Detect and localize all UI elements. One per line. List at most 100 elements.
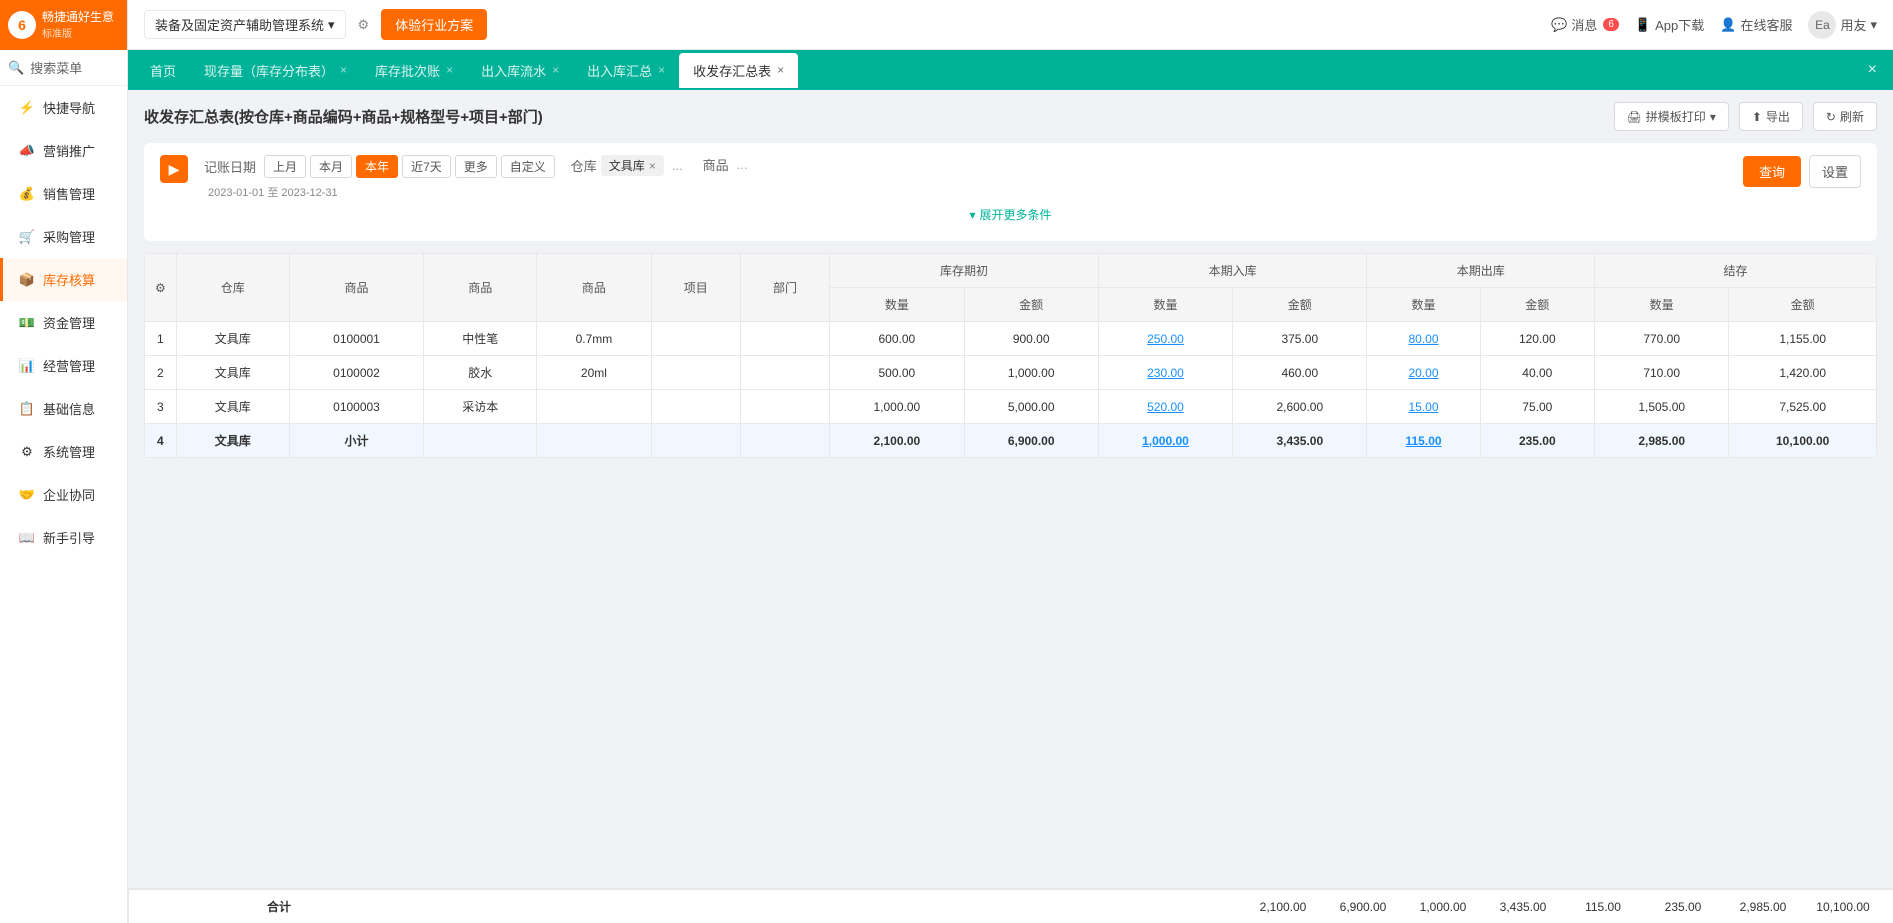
sidebar: 6 畅捷通好生意 标准版 🔍 搜索菜单 ⚡ 快捷导航 📣 营销推广 💰 销售管理…: [0, 0, 128, 923]
warehouse-filter-label: 仓库: [571, 156, 597, 175]
page-title: 收发存汇总表(按仓库+商品编码+商品+规格型号+项目+部门): [144, 106, 543, 127]
row1-product-code: 0100001: [289, 322, 423, 356]
footer-outbound-amount: 235.00: [1643, 900, 1723, 914]
col-header-warehouse: 仓库: [176, 254, 289, 322]
row1-outbound-qty[interactable]: 80.00: [1367, 322, 1480, 356]
filter-date-last-month[interactable]: 上月: [264, 155, 306, 178]
avatar: Ea: [1808, 11, 1836, 39]
tab-home[interactable]: 首页: [136, 53, 190, 88]
subtotal-opening-qty: 2,100.00: [830, 424, 964, 458]
sidebar-item-base-info[interactable]: 📋 基础信息: [0, 387, 127, 430]
app-logo-icon: 6: [8, 11, 36, 39]
guide-icon: 📖: [19, 530, 35, 546]
purchase-icon: 🛒: [19, 229, 35, 245]
table-settings-col[interactable]: ⚙: [145, 254, 177, 322]
sidebar-item-purchase[interactable]: 🛒 采购管理: [0, 215, 127, 258]
tab-close-inventory-dist[interactable]: ×: [340, 63, 347, 77]
footer-outbound-qty: 115.00: [1563, 900, 1643, 914]
warehouse-filter-expand[interactable]: ...: [668, 158, 687, 173]
tab-recv-send-summary[interactable]: 收发存汇总表 ×: [679, 53, 798, 88]
tab-inout-summary[interactable]: 出入库汇总 ×: [573, 53, 679, 88]
col-inbound-qty: 数量: [1098, 288, 1232, 322]
row1-closing-amount: 1,155.00: [1729, 322, 1877, 356]
row2-outbound-amount: 40.00: [1480, 356, 1594, 390]
subtotal-outbound-qty[interactable]: 115.00: [1367, 424, 1480, 458]
filter-goods-section: 商品 ...: [703, 155, 752, 174]
sidebar-search[interactable]: 🔍 搜索菜单: [0, 50, 127, 86]
filter-toggle-button[interactable]: ▶: [160, 155, 188, 183]
row1-inbound-qty[interactable]: 250.00: [1098, 322, 1232, 356]
market-icon: 📣: [19, 143, 35, 159]
sales-icon: 💰: [19, 186, 35, 202]
topbar-right: 💬 消息 6 📱 App下载 👤 在线客服 Ea 用友 ▾: [1551, 11, 1877, 39]
sidebar-item-marketing[interactable]: 📣 营销推广: [0, 129, 127, 172]
system-selector[interactable]: 装备及固定资产辅助管理系统 ▾: [144, 10, 346, 39]
filter-date-custom[interactable]: 自定义: [501, 155, 555, 178]
col-header-product-spec: 商品: [537, 254, 651, 322]
col-group-inbound: 本期入库: [1098, 254, 1367, 288]
sidebar-item-finance[interactable]: 💵 资金管理: [0, 301, 127, 344]
tab-close-inout-flow[interactable]: ×: [552, 63, 559, 77]
subtotal-inbound-qty[interactable]: 1,000.00: [1098, 424, 1232, 458]
sidebar-logo: 6 畅捷通好生意 标准版: [0, 0, 127, 50]
trial-button[interactable]: 体验行业方案: [381, 9, 487, 40]
subtotal-empty1: [424, 424, 537, 458]
filter-date-this-year[interactable]: 本年: [356, 155, 398, 178]
row3-inbound-amount: 2,600.00: [1233, 390, 1367, 424]
tabs-bar: 首页 现存量（库存分布表） × 库存批次账 × 出入库流水 × 出入库汇总 × …: [128, 50, 1893, 90]
sidebar-item-inventory[interactable]: 📦 库存核算: [0, 258, 127, 301]
export-button[interactable]: ⬆ 导出: [1739, 102, 1803, 131]
row1-project: [651, 322, 740, 356]
row2-product-spec: 20ml: [537, 356, 651, 390]
warehouse-tag-close[interactable]: ×: [649, 159, 656, 173]
filter-date-more[interactable]: 更多: [455, 155, 497, 178]
warehouse-filter-tag[interactable]: 文具库 ×: [601, 155, 664, 176]
row1-num: 1: [145, 322, 177, 356]
row3-closing-amount: 7,525.00: [1729, 390, 1877, 424]
filter-date-buttons: 上月 本月 本年 近7天 更多 自定义: [264, 155, 555, 178]
filter-date-this-month[interactable]: 本月: [310, 155, 352, 178]
expand-more-conditions[interactable]: ▾ 展开更多条件: [160, 200, 1861, 229]
row2-outbound-qty[interactable]: 20.00: [1367, 356, 1480, 390]
refresh-button[interactable]: ↻ 刷新: [1813, 102, 1877, 131]
sidebar-item-sales[interactable]: 💰 销售管理: [0, 172, 127, 215]
messages-button[interactable]: 💬 消息 6: [1551, 15, 1619, 34]
filter-date-section: 记账日期 上月 本月 本年 近7天 更多 自定义 2023-01-01 至 20…: [204, 155, 555, 200]
close-all-tabs-button[interactable]: ×: [1860, 57, 1885, 83]
print-button[interactable]: 🖨 拼模板打印 ▾: [1614, 102, 1729, 131]
filter-settings-button[interactable]: 设置: [1809, 155, 1861, 188]
main-wrapper: 装备及固定资产辅助管理系统 ▾ ⚙ 体验行业方案 💬 消息 6 📱 App下载 …: [128, 0, 1893, 923]
filter-bar: ▶ 记账日期 上月 本月 本年 近7天 更多 自定义: [160, 155, 1861, 200]
row1-warehouse: 文具库: [176, 322, 289, 356]
tab-close-inout-summary[interactable]: ×: [658, 63, 665, 77]
query-button[interactable]: 查询: [1743, 156, 1801, 187]
tab-inout-flow[interactable]: 出入库流水 ×: [467, 53, 573, 88]
base-icon: 📋: [19, 401, 35, 417]
sidebar-item-guide[interactable]: 📖 新手引导: [0, 516, 127, 559]
user-menu[interactable]: Ea 用友 ▾: [1808, 11, 1877, 39]
online-service-button[interactable]: 👤 在线客服: [1720, 15, 1792, 34]
app-download-button[interactable]: 📱 App下载: [1635, 15, 1704, 34]
footer-closing-qty: 2,985.00: [1723, 900, 1803, 914]
goods-filter-expand[interactable]: ...: [733, 157, 752, 172]
tab-close-recv-send-summary[interactable]: ×: [777, 63, 784, 77]
gear-icon[interactable]: ⚙: [358, 17, 370, 33]
filter-card: ▶ 记账日期 上月 本月 本年 近7天 更多 自定义: [144, 143, 1877, 241]
tab-inventory-dist[interactable]: 现存量（库存分布表） ×: [190, 53, 361, 88]
sidebar-item-quick-nav[interactable]: ⚡ 快捷导航: [0, 86, 127, 129]
table-card: ⚙ 仓库 商品 商品 商品 项目 部门 库存期初 本期入库 本期出库 结存: [144, 253, 1877, 458]
sidebar-item-system[interactable]: ⚙ 系统管理: [0, 430, 127, 473]
row2-opening-amount: 1,000.00: [964, 356, 1098, 390]
table-row: 3 文具库 0100003 采访本 1,000.00 5,000.00 520.…: [145, 390, 1877, 424]
row2-inbound-qty[interactable]: 230.00: [1098, 356, 1232, 390]
row3-inbound-qty[interactable]: 520.00: [1098, 390, 1232, 424]
tab-close-batch-ledger[interactable]: ×: [446, 63, 453, 77]
row2-product-code: 0100002: [289, 356, 423, 390]
row3-outbound-qty[interactable]: 15.00: [1367, 390, 1480, 424]
filter-date-7days[interactable]: 近7天: [402, 155, 451, 178]
sidebar-item-management[interactable]: 📊 经营管理: [0, 344, 127, 387]
sidebar-item-collab[interactable]: 🤝 企业协同: [0, 473, 127, 516]
subtotal-outbound-amount: 235.00: [1480, 424, 1594, 458]
tab-batch-ledger[interactable]: 库存批次账 ×: [361, 53, 467, 88]
row2-num: 2: [145, 356, 177, 390]
